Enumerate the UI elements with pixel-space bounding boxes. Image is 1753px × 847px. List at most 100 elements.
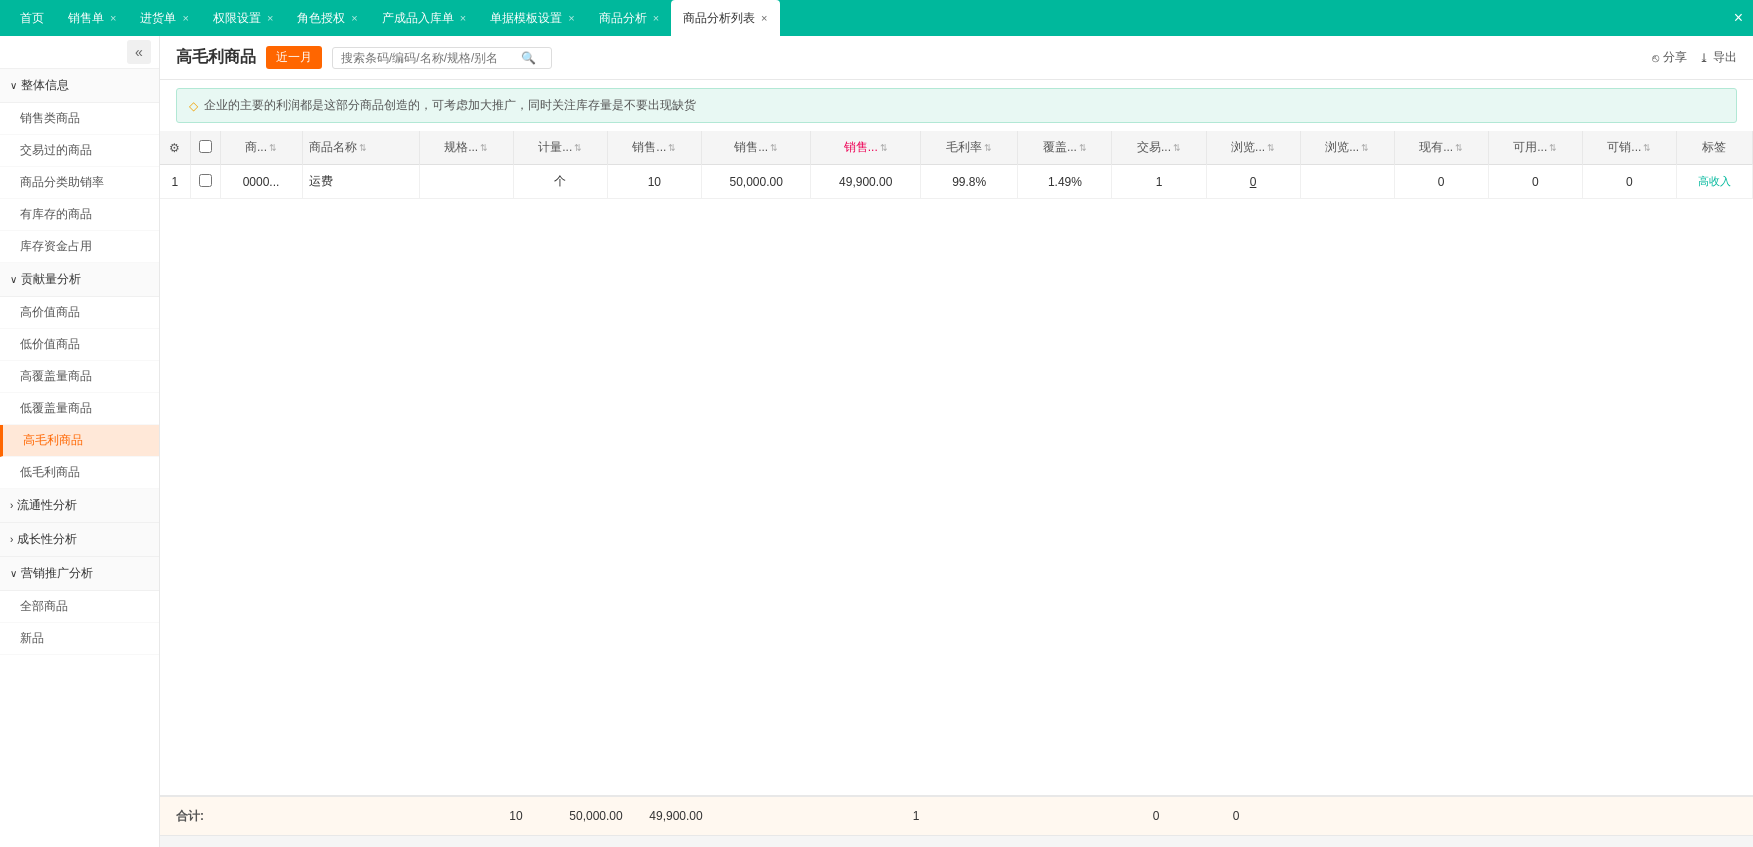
col-sale-profit[interactable]: 销售...⇅ (811, 131, 921, 165)
cell-available-stock: 0 (1488, 165, 1582, 199)
col-trade[interactable]: 交易...⇅ (1112, 131, 1206, 165)
close-all-tabs-button[interactable]: × (1734, 9, 1743, 27)
col-unit[interactable]: 计量...⇅ (513, 131, 607, 165)
share-button[interactable]: ⎋ 分享 (1652, 49, 1687, 66)
close-icon[interactable]: × (351, 12, 357, 24)
cell-tag: 高收入 (1676, 165, 1752, 199)
cell-unit: 个 (513, 165, 607, 199)
cell-sale-amount: 50,000.00 (701, 165, 811, 199)
cell-sellable-stock: 0 (1582, 165, 1676, 199)
cell-trade: 1 (1112, 165, 1206, 199)
sidebar-item-new-goods[interactable]: 新品 (0, 623, 159, 655)
cell-name: 运费 (302, 165, 419, 199)
table-wrapper: ⚙ 商...⇅ 商品名称⇅ 规格...⇅ (160, 131, 1753, 795)
sidebar-group-liquidity[interactable]: › 流通性分析 (0, 489, 159, 523)
sidebar-collapse-button[interactable]: « (127, 40, 151, 64)
nav-permission-settings[interactable]: 权限设置 × (201, 0, 285, 36)
nav-sales-order[interactable]: 销售单 × (56, 0, 128, 36)
nav-template-settings[interactable]: 单据模板设置 × (478, 0, 586, 36)
sidebar-item-high-coverage[interactable]: 高覆盖量商品 (0, 361, 159, 393)
col-settings[interactable]: ⚙ (160, 131, 190, 165)
search-box: 🔍 (332, 47, 552, 69)
footer-sellable-stock (1276, 805, 1356, 827)
col-checkbox[interactable] (190, 131, 220, 165)
top-navigation: 首页 销售单 × 进货单 × 权限设置 × 角色授权 × 产成品入库单 × 单据… (0, 0, 1753, 36)
page-title: 高毛利商品 (176, 47, 256, 68)
footer-available-stock: 0 (1196, 805, 1276, 827)
header-left: 高毛利商品 近一月 🔍 (176, 46, 552, 69)
sidebar-group-marketing[interactable]: ∨ 营销推广分析 (0, 557, 159, 591)
row-checkbox[interactable] (199, 174, 212, 187)
nav-product-analysis[interactable]: 商品分析 × (587, 0, 671, 36)
close-icon[interactable]: × (568, 12, 574, 24)
sidebar-item-sales-goods[interactable]: 销售类商品 (0, 103, 159, 135)
table-row: 1 0000... 运费 个 10 50,000.00 49,900.00 99… (160, 165, 1753, 199)
cell-view2 (1300, 165, 1394, 199)
footer-view2 (1036, 805, 1116, 827)
select-all-checkbox[interactable] (199, 140, 212, 153)
close-icon[interactable]: × (460, 12, 466, 24)
col-tag[interactable]: 标签 (1676, 131, 1752, 165)
nav-purchase-order[interactable]: 进货单 × (128, 0, 200, 36)
sidebar-item-low-value[interactable]: 低价值商品 (0, 329, 159, 361)
main-layout: « ∨ 整体信息 销售类商品 交易过的商品 商品分类助销率 有库存的商品 库存资… (0, 36, 1753, 847)
sidebar-item-category-assist-rate[interactable]: 商品分类助销率 (0, 167, 159, 199)
sidebar-group-contribution[interactable]: ∨ 贡献量分析 (0, 263, 159, 297)
cell-gross-margin: 99.8% (921, 165, 1018, 199)
sidebar-item-low-coverage[interactable]: 低覆盖量商品 (0, 393, 159, 425)
footer-sale-qty: 10 (476, 805, 556, 827)
search-icon[interactable]: 🔍 (521, 51, 536, 65)
col-sale-amount[interactable]: 销售...⇅ (701, 131, 811, 165)
sidebar-item-traded-goods[interactable]: 交易过的商品 (0, 135, 159, 167)
sidebar-item-all-goods[interactable]: 全部商品 (0, 591, 159, 623)
close-icon[interactable]: × (653, 12, 659, 24)
col-available-stock[interactable]: 可用...⇅ (1488, 131, 1582, 165)
content-header: 高毛利商品 近一月 🔍 ⎋ 分享 ⤓ 导出 (160, 36, 1753, 80)
sidebar-item-in-stock-goods[interactable]: 有库存的商品 (0, 199, 159, 231)
close-icon[interactable]: × (267, 12, 273, 24)
col-current-stock[interactable]: 现有...⇅ (1394, 131, 1488, 165)
export-icon: ⤓ (1699, 51, 1709, 65)
sidebar-item-high-margin[interactable]: 高毛利商品 (0, 425, 159, 457)
sidebar-group-overall[interactable]: ∨ 整体信息 (0, 69, 159, 103)
col-sale-qty[interactable]: 销售...⇅ (607, 131, 701, 165)
close-icon[interactable]: × (761, 12, 767, 24)
col-gross-margin[interactable]: 毛利率⇅ (921, 131, 1018, 165)
sidebar-item-stock-capital[interactable]: 库存资金占用 (0, 231, 159, 263)
close-icon[interactable]: × (110, 12, 116, 24)
sidebar-group-growth[interactable]: › 成长性分析 (0, 523, 159, 557)
footer-cells: 10 50,000.00 49,900.00 1 0 0 (296, 805, 1737, 827)
table-header-row: ⚙ 商...⇅ 商品名称⇅ 规格...⇅ (160, 131, 1753, 165)
horizontal-scrollbar[interactable] (160, 835, 1753, 847)
time-filter-button[interactable]: 近一月 (266, 46, 322, 69)
view1-link[interactable]: 0 (1250, 175, 1257, 189)
cell-sale-profit: 49,900.00 (811, 165, 921, 199)
col-spec[interactable]: 规格...⇅ (419, 131, 513, 165)
close-icon[interactable]: × (182, 12, 188, 24)
arrow-icon: › (10, 534, 13, 545)
col-name[interactable]: 商品名称⇅ (302, 131, 419, 165)
cell-code: 0000... (220, 165, 302, 199)
cell-spec (419, 165, 513, 199)
sidebar-item-low-margin[interactable]: 低毛利商品 (0, 457, 159, 489)
col-view2[interactable]: 浏览...⇅ (1300, 131, 1394, 165)
product-table: ⚙ 商...⇅ 商品名称⇅ 规格...⇅ (160, 131, 1753, 199)
sidebar: « ∨ 整体信息 销售类商品 交易过的商品 商品分类助销率 有库存的商品 库存资… (0, 36, 160, 847)
cell-view1[interactable]: 0 (1206, 165, 1300, 199)
export-button[interactable]: ⤓ 导出 (1699, 49, 1737, 66)
info-banner: ◇ 企业的主要的利润都是这部分商品创造的，可考虑加大推广，同时关注库存量是不要出… (176, 88, 1737, 123)
nav-home[interactable]: 首页 (8, 0, 56, 36)
footer-cell-spacer (296, 805, 476, 827)
footer-sale-amount: 50,000.00 (556, 805, 636, 827)
col-coverage[interactable]: 覆盖...⇅ (1018, 131, 1112, 165)
info-icon: ◇ (189, 99, 198, 113)
nav-role-auth[interactable]: 角色授权 × (285, 0, 369, 36)
col-code[interactable]: 商...⇅ (220, 131, 302, 165)
cell-checkbox[interactable] (190, 165, 220, 199)
nav-product-analysis-list[interactable]: 商品分析列表 × (671, 0, 779, 36)
search-input[interactable] (341, 51, 521, 65)
col-sellable-stock[interactable]: 可销...⇅ (1582, 131, 1676, 165)
sidebar-item-high-value[interactable]: 高价值商品 (0, 297, 159, 329)
nav-product-inbound[interactable]: 产成品入库单 × (370, 0, 478, 36)
col-view1[interactable]: 浏览...⇅ (1206, 131, 1300, 165)
